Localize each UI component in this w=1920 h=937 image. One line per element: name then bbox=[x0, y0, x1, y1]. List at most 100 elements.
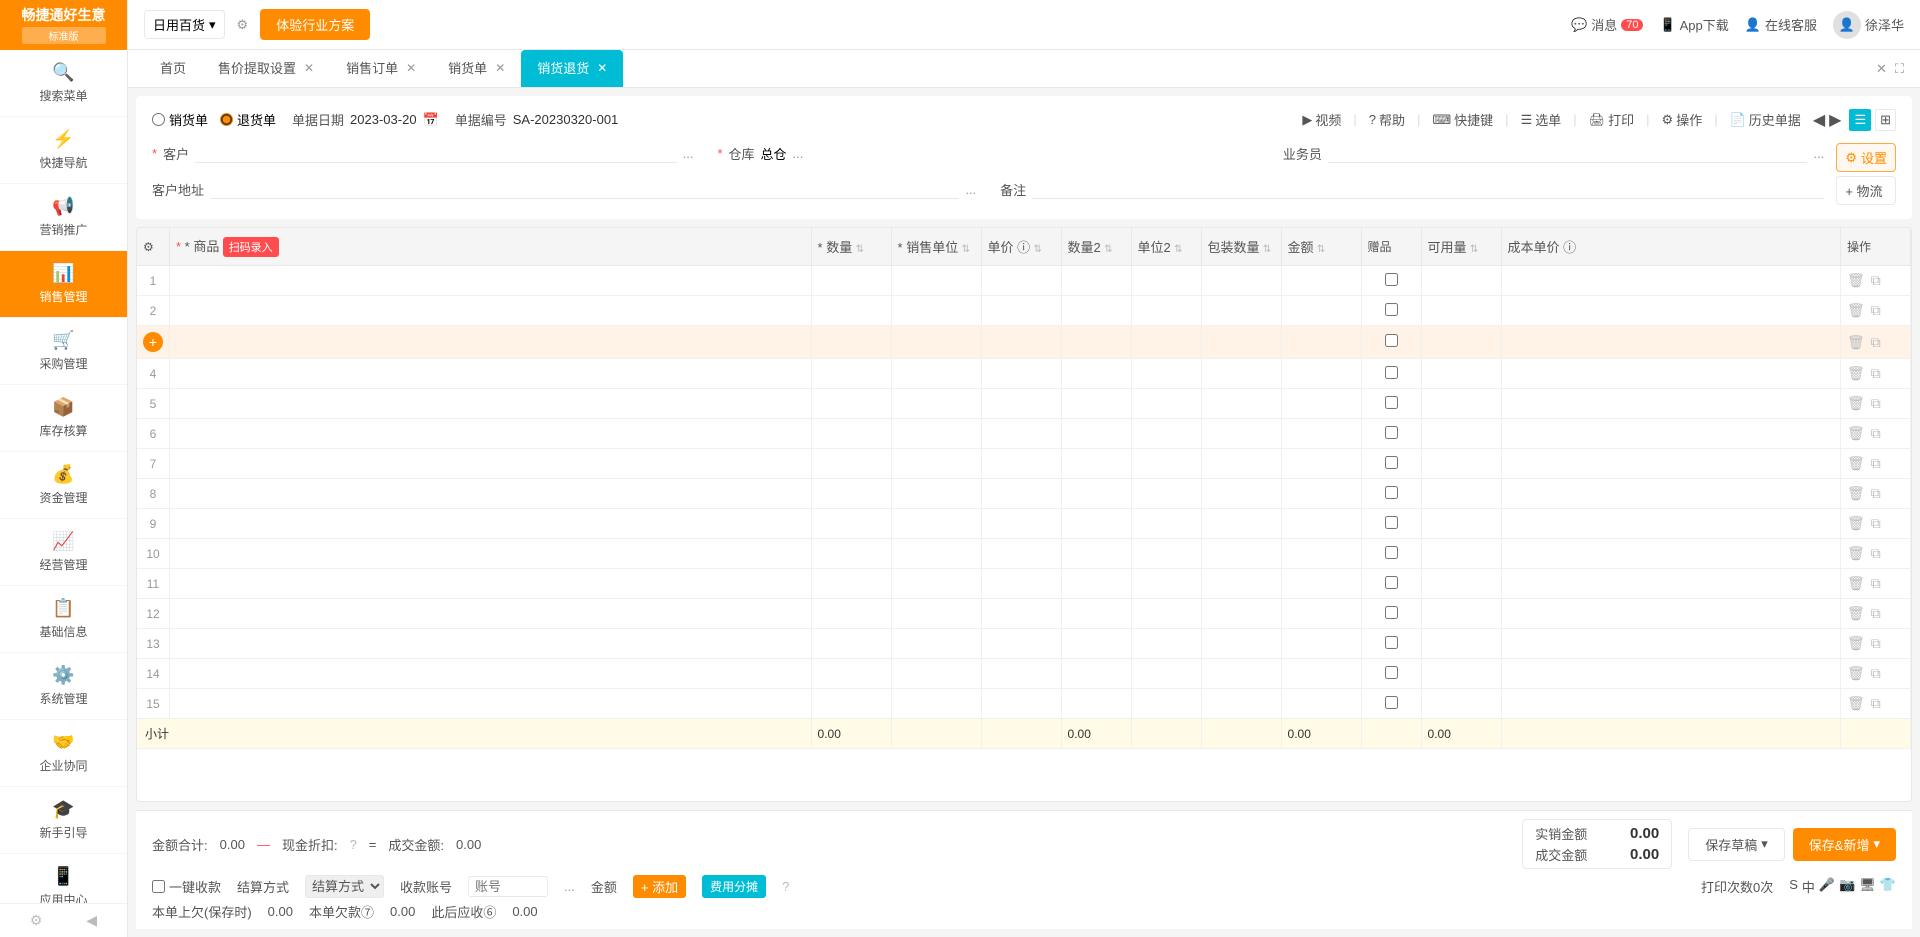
row-12-delete-icon[interactable]: 🗑 bbox=[1847, 605, 1865, 622]
row-3-gift[interactable] bbox=[1361, 326, 1421, 359]
account-input[interactable] bbox=[468, 876, 548, 897]
toolbar-video[interactable]: ▶ 视频 bbox=[1298, 108, 1345, 131]
row-11-delete-icon[interactable]: 🗑 bbox=[1847, 575, 1865, 592]
one-key-pay-cb[interactable] bbox=[152, 880, 165, 893]
row-10-copy-icon[interactable]: ⧉ bbox=[1871, 545, 1881, 562]
settings-icon-top[interactable]: ⚙ bbox=[237, 17, 249, 33]
sidebar-item-search[interactable]: 🔍 搜索菜单 bbox=[0, 50, 127, 117]
row-15-delete-icon[interactable]: 🗑 bbox=[1847, 695, 1865, 712]
row-3-packqty[interactable] bbox=[1201, 326, 1281, 359]
row-2-amount[interactable] bbox=[1281, 296, 1361, 326]
row-2-gift-cb[interactable] bbox=[1385, 303, 1398, 316]
saleunit-sort[interactable]: ⇅ bbox=[962, 244, 970, 255]
row-3-copy-icon[interactable]: ⧉ bbox=[1871, 334, 1881, 351]
scan-entry-btn[interactable]: 扫码录入 bbox=[223, 237, 279, 257]
row-3-goods[interactable] bbox=[170, 326, 812, 359]
row-3-available[interactable] bbox=[1421, 326, 1501, 359]
row-4-delete-icon[interactable]: 🗑 bbox=[1847, 365, 1865, 382]
row-7-delete-icon[interactable]: 🗑 bbox=[1847, 455, 1865, 472]
fee-split-btn[interactable]: 费用分摊 bbox=[702, 875, 766, 898]
toolbar-history[interactable]: 📄 历史单据 bbox=[1726, 108, 1805, 131]
user-menu[interactable]: 👤 徐泽华 bbox=[1833, 11, 1904, 39]
row-5-gift-cb[interactable] bbox=[1385, 396, 1398, 409]
app-download-btn[interactable]: 📱 App下载 bbox=[1659, 15, 1728, 34]
tab-sales[interactable]: 销货单 ✕ bbox=[432, 50, 521, 87]
row-4-copy-icon[interactable]: ⧉ bbox=[1871, 365, 1881, 382]
tab-salesorder-close[interactable]: ✕ bbox=[406, 61, 416, 75]
add-payment-btn[interactable]: + 添加 bbox=[633, 875, 686, 898]
row-7-goods[interactable] bbox=[170, 449, 812, 479]
row-3-saleunit[interactable] bbox=[891, 326, 981, 359]
prev-page-btn[interactable]: ◀ bbox=[1813, 110, 1825, 130]
add-row-btn[interactable]: + bbox=[143, 332, 163, 352]
row-1-costprice[interactable] bbox=[1501, 266, 1840, 296]
row-8-delete-icon[interactable]: 🗑 bbox=[1847, 485, 1865, 502]
tool-icon-3[interactable]: 🎤 bbox=[1819, 877, 1835, 896]
address-input[interactable] bbox=[210, 179, 959, 199]
sidebar-item-shortcut[interactable]: ⚡ 快捷导航 bbox=[0, 117, 127, 184]
row-11-goods[interactable] bbox=[170, 569, 812, 599]
row-15-goods[interactable] bbox=[170, 689, 812, 719]
row-2-unit2[interactable] bbox=[1131, 296, 1201, 326]
row-1-packqty[interactable] bbox=[1201, 266, 1281, 296]
qty2-sort[interactable]: ⇅ bbox=[1104, 244, 1112, 255]
row-13-gift-cb[interactable] bbox=[1385, 636, 1398, 649]
row-2-packqty[interactable] bbox=[1201, 296, 1281, 326]
row-8-goods[interactable] bbox=[170, 479, 812, 509]
row-2-qty[interactable] bbox=[811, 296, 891, 326]
customer-input[interactable] bbox=[195, 143, 677, 163]
row-1-unit2[interactable] bbox=[1131, 266, 1201, 296]
row-2-copy-icon[interactable]: ⧉ bbox=[1871, 302, 1881, 319]
tool-icon-1[interactable]: S bbox=[1789, 877, 1798, 896]
row-3-amount[interactable] bbox=[1281, 326, 1361, 359]
logistics-btn[interactable]: + 物流 bbox=[1836, 176, 1896, 205]
next-page-btn[interactable]: ▶ bbox=[1829, 110, 1841, 130]
row-6-copy-icon[interactable]: ⧉ bbox=[1871, 425, 1881, 442]
row-1-gift[interactable] bbox=[1361, 266, 1421, 296]
row-1-saleunit[interactable] bbox=[891, 266, 981, 296]
sidebar-item-system[interactable]: ⚙️ 系统管理 bbox=[0, 653, 127, 720]
row-1-qty2[interactable] bbox=[1061, 266, 1131, 296]
row-15-gift-cb[interactable] bbox=[1385, 696, 1398, 709]
row-1-amount[interactable] bbox=[1281, 266, 1361, 296]
row-7-gift-cb[interactable] bbox=[1385, 456, 1398, 469]
row-5-goods[interactable] bbox=[170, 389, 812, 419]
row-9-goods[interactable] bbox=[170, 509, 812, 539]
sidebar-item-sales[interactable]: 📊 销售管理 bbox=[0, 251, 127, 318]
row-4-goods[interactable] bbox=[170, 359, 812, 389]
toolbar-shortcut[interactable]: ⌨ 快捷键 bbox=[1428, 108, 1497, 131]
row-2-goods[interactable] bbox=[170, 296, 812, 326]
online-service-btn[interactable]: 👤 在线客服 bbox=[1745, 15, 1817, 34]
account-dots[interactable]: ... bbox=[564, 879, 575, 894]
row-9-gift-cb[interactable] bbox=[1385, 516, 1398, 529]
row-3-qty[interactable] bbox=[811, 326, 891, 359]
tool-icon-6[interactable]: 👕 bbox=[1880, 877, 1896, 896]
tool-icon-2[interactable]: 中 bbox=[1802, 877, 1815, 896]
tab-saleprice[interactable]: 售价提取设置 ✕ bbox=[202, 50, 330, 87]
category-select[interactable]: 日用百货 ▾ bbox=[144, 10, 225, 39]
row-13-copy-icon[interactable]: ⧉ bbox=[1871, 635, 1881, 652]
row-1-delete-icon[interactable]: 🗑 bbox=[1847, 272, 1865, 289]
row-10-delete-icon[interactable]: 🗑 bbox=[1847, 545, 1865, 562]
row-6-delete-icon[interactable]: 🗑 bbox=[1847, 425, 1865, 442]
radio-return[interactable]: 退货单 bbox=[220, 110, 276, 129]
tab-home[interactable]: 首页 bbox=[144, 50, 202, 87]
row-14-gift-cb[interactable] bbox=[1385, 666, 1398, 679]
list-view-btn[interactable]: ☰ bbox=[1849, 109, 1871, 131]
row-9-delete-icon[interactable]: 🗑 bbox=[1847, 515, 1865, 532]
row-13-goods[interactable] bbox=[170, 629, 812, 659]
row-14-goods[interactable] bbox=[170, 659, 812, 689]
toolbar-help[interactable]: ? 帮助 bbox=[1365, 108, 1409, 131]
row-1-available[interactable] bbox=[1421, 266, 1501, 296]
settings-bottom-icon[interactable]: ⚙ bbox=[30, 912, 43, 929]
message-btn[interactable]: 💬 消息 70 bbox=[1571, 15, 1643, 34]
row-2-delete-icon[interactable]: 🗑 bbox=[1847, 302, 1865, 319]
row-2-gift[interactable] bbox=[1361, 296, 1421, 326]
sidebar-item-finance[interactable]: 💰 资金管理 bbox=[0, 452, 127, 519]
settings-btn[interactable]: ⚙ 设置 bbox=[1836, 143, 1896, 172]
row-7-copy-icon[interactable]: ⧉ bbox=[1871, 455, 1881, 472]
sidebar-item-purchase[interactable]: 🛒 采购管理 bbox=[0, 318, 127, 385]
radio-sale[interactable]: 销货单 bbox=[152, 110, 208, 129]
row-3-unit2[interactable] bbox=[1131, 326, 1201, 359]
row-11-gift-cb[interactable] bbox=[1385, 576, 1398, 589]
